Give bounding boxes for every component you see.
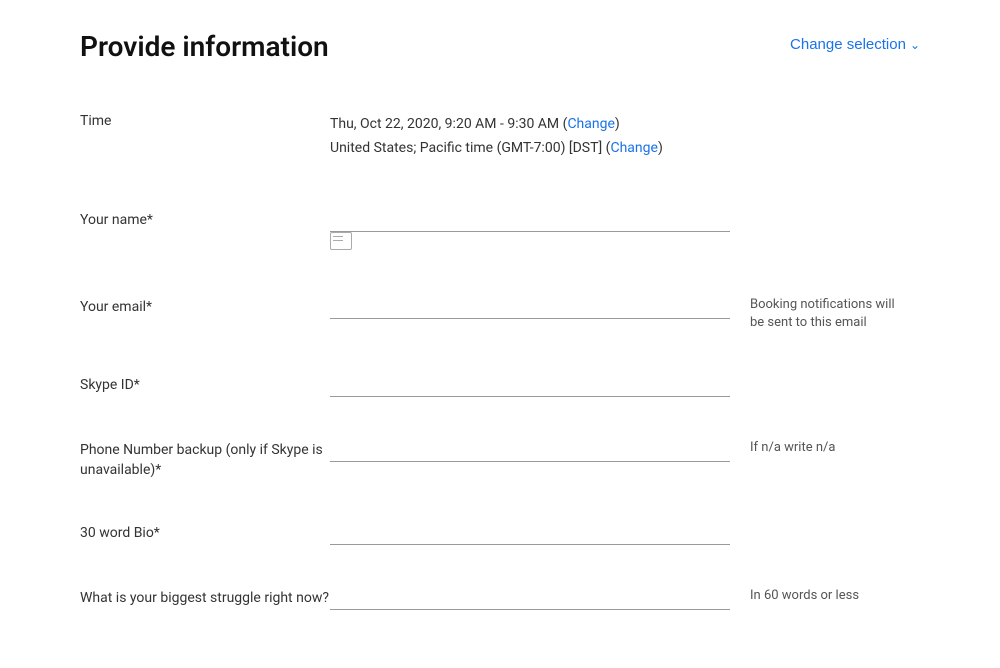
phone-hint: If n/a write n/a [750,433,835,457]
skype-label: Skype ID* [80,368,330,396]
phone-field-wrapper [330,433,730,462]
struggle-field-wrapper [330,581,730,610]
struggle-input[interactable] [330,581,730,610]
name-field-wrapper [330,203,730,254]
phone-row: Phone Number backup (only if Skype is un… [80,415,920,498]
bio-label: 30 word Bio* [80,516,330,544]
email-label: Your email* [80,290,330,318]
time-row: Time Thu, Oct 22, 2020, 9:20 AM - 9:30 A… [80,103,920,185]
time-line1-text: Thu, Oct 22, 2020, 9:20 AM - 9:30 AM [330,116,559,132]
time-change-link-1[interactable]: Change [567,116,614,132]
name-row: Your name* [80,185,920,272]
skype-input[interactable] [330,368,730,397]
struggle-hint: In 60 words or less [750,581,859,605]
struggle-row: What is your biggest struggle right now?… [80,563,920,628]
email-field-wrapper [330,290,730,319]
bio-input[interactable] [330,516,730,545]
bio-field-wrapper [330,516,730,545]
time-label: Time [80,113,330,129]
time-line-1: Thu, Oct 22, 2020, 9:20 AM - 9:30 AM (Ch… [330,113,920,137]
contact-card-icon[interactable] [330,232,352,250]
email-input[interactable] [330,290,730,319]
change-selection-button[interactable]: Change selection ⌄ [790,30,920,53]
change-selection-label: Change selection [790,36,906,53]
name-input[interactable] [330,203,730,232]
phone-label: Phone Number backup (only if Skype is un… [80,433,330,480]
email-row: Your email* Booking notifications will b… [80,272,920,350]
bio-row: 30 word Bio* [80,498,920,563]
page-container: Provide information Change selection ⌄ T… [0,0,1000,668]
time-details: Thu, Oct 22, 2020, 9:20 AM - 9:30 AM (Ch… [330,113,920,161]
time-line2-text: United States; Pacific time (GMT-7:00) [… [330,140,602,156]
chevron-down-icon: ⌄ [910,38,920,52]
page-title: Provide information [80,30,329,63]
skype-field-wrapper [330,368,730,397]
time-line1-paren-close: ) [615,116,620,132]
name-label: Your name* [80,203,330,231]
time-change-link-2[interactable]: Change [610,140,657,156]
header: Provide information Change selection ⌄ [80,20,920,63]
email-hint: Booking notifications will be sent to th… [750,290,910,332]
skype-row: Skype ID* [80,350,920,415]
time-line-2: United States; Pacific time (GMT-7:00) [… [330,137,920,161]
struggle-label: What is your biggest struggle right now? [80,581,330,609]
form: Time Thu, Oct 22, 2020, 9:20 AM - 9:30 A… [80,103,920,628]
time-line2-paren-close: ) [658,140,663,156]
phone-input[interactable] [330,433,730,462]
